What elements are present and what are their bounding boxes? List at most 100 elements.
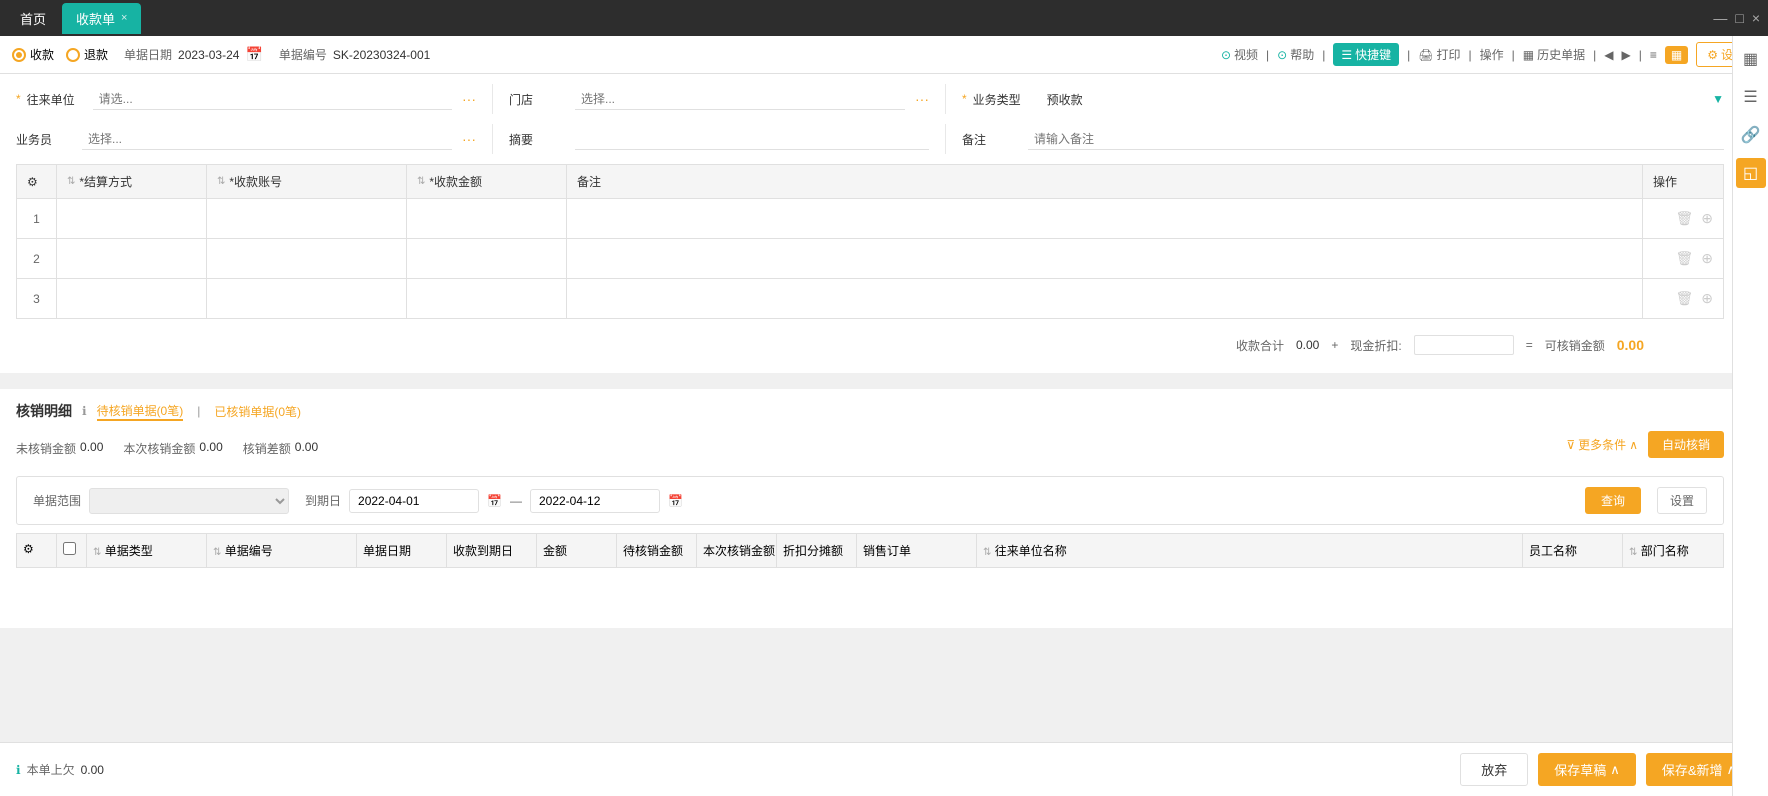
range-label: 单据范围	[33, 492, 81, 509]
row1-settlement[interactable]	[57, 199, 207, 238]
row3-settlement[interactable]	[57, 279, 207, 318]
radio-refund-dot	[66, 48, 80, 62]
row1-amount[interactable]	[407, 199, 567, 238]
cal-from-icon[interactable]: 📅	[487, 494, 502, 508]
number-value: SK-20230324-001	[333, 48, 430, 62]
row2-amount[interactable]	[407, 239, 567, 278]
row2-delete-icon[interactable]: 🗑	[1675, 250, 1693, 267]
shop-more-icon[interactable]: ···	[915, 91, 929, 107]
bth-due-date: 收款到期日	[447, 534, 537, 567]
more-conditions-link[interactable]: ⊽ 更多条件 ∧	[1566, 436, 1638, 453]
sort-account[interactable]: ⇅	[217, 176, 225, 187]
tab-active[interactable]: 收款单 ×	[62, 3, 141, 34]
window-maximize[interactable]: □	[1735, 10, 1743, 26]
settings-small-button[interactable]: 设置	[1657, 487, 1707, 514]
verify-info-icon[interactable]: ℹ	[82, 404, 87, 418]
row1-delete-icon[interactable]: 🗑	[1675, 210, 1693, 227]
remark-label: 备注	[962, 131, 1022, 148]
sort-doc-type[interactable]: ⇅	[93, 547, 101, 558]
bth-gear[interactable]: ⚙	[17, 534, 57, 567]
cal-to-icon[interactable]: 📅	[668, 494, 683, 508]
query-button[interactable]: 查询	[1585, 487, 1641, 514]
video-link[interactable]: ⊙ 视频	[1221, 46, 1258, 63]
history-icon: ▦	[1523, 48, 1534, 62]
row2-settlement[interactable]	[57, 239, 207, 278]
help-link[interactable]: ⊙ 帮助	[1277, 46, 1314, 63]
bottom-bar: ℹ 本单上欠 0.00 放弃 保存草稿 ∧ 保存&新增 ∧	[0, 742, 1768, 796]
shop-field: 门店 ···	[509, 89, 929, 110]
partner-input[interactable]	[93, 89, 452, 110]
row2-account[interactable]	[207, 239, 407, 278]
save-draft-button[interactable]: 保存草稿 ∧	[1538, 753, 1636, 786]
window-minimize[interactable]: —	[1713, 10, 1727, 26]
row3-delete-icon[interactable]: 🗑	[1675, 290, 1693, 307]
partner-field: * 往来单位 ···	[16, 89, 476, 110]
history-link[interactable]: ▦ 历史单据	[1523, 46, 1585, 63]
row3-copy-icon[interactable]: ⊕	[1701, 290, 1713, 307]
sort-amount[interactable]: ⇅	[417, 176, 425, 187]
section-divider	[0, 381, 1768, 389]
date-from-input[interactable]	[349, 489, 479, 513]
sort-partner[interactable]: ⇅	[983, 547, 991, 558]
right-sidebar: ▦ ☰ 🔗 ◱	[1732, 36, 1768, 796]
shop-input[interactable]	[575, 89, 905, 110]
equals-sign: =	[1526, 338, 1533, 352]
select-all-checkbox[interactable]	[63, 542, 76, 555]
summary-input[interactable]	[575, 129, 929, 150]
sort-dept[interactable]: ⇅	[1629, 547, 1637, 558]
row1-account[interactable]	[207, 199, 407, 238]
row1-copy-icon[interactable]: ⊕	[1701, 210, 1713, 227]
window-close[interactable]: ×	[1752, 10, 1760, 26]
row3-remark[interactable]	[567, 279, 1643, 318]
remark-input[interactable]	[1028, 129, 1724, 150]
row3-num: 3	[17, 279, 57, 318]
calendar-icon[interactable]: 📅	[245, 46, 262, 63]
bth-checkbox[interactable]	[57, 534, 87, 567]
card-view[interactable]: ▦	[1665, 46, 1688, 64]
staff-more-icon[interactable]: ···	[462, 131, 476, 147]
date-to-input[interactable]	[530, 489, 660, 513]
sort-settlement[interactable]: ⇅	[67, 176, 75, 187]
bth-doc-type: ⇅ 单据类型	[87, 534, 207, 567]
form-row-1: * 往来单位 ··· 门店 ··· * 业务类型 预收款 ▼	[16, 84, 1724, 114]
partner-more-icon[interactable]: ···	[462, 91, 476, 107]
row1-remark[interactable]	[567, 199, 1643, 238]
staff-input[interactable]	[82, 129, 452, 150]
current-label: 本次核销金额	[123, 440, 195, 457]
print-link[interactable]: 🖨 打印	[1418, 46, 1460, 63]
toolbar: 收款 退款 单据日期 2023-03-24 📅 单据编号 SK-20230324…	[0, 36, 1768, 74]
list-view[interactable]: ≡	[1650, 48, 1657, 62]
abandon-button[interactable]: 放弃	[1460, 753, 1528, 786]
tab-close-icon[interactable]: ×	[121, 12, 127, 24]
row2-actions: 🗑 ⊕	[1643, 239, 1723, 278]
dropdown-icon[interactable]: ▼	[1712, 92, 1724, 106]
discount-input[interactable]	[1414, 335, 1514, 355]
bottom-info: ℹ 本单上欠 0.00	[16, 761, 104, 778]
sidebar-expand-icon[interactable]: ◱	[1736, 158, 1766, 188]
sidebar-table-icon[interactable]: ▦	[1736, 44, 1766, 74]
row2-remark[interactable]	[567, 239, 1643, 278]
tab-pending[interactable]: 待核销单据(0笔)	[97, 402, 184, 421]
th-op-label: 操作	[1653, 173, 1677, 190]
shortcut-button[interactable]: ☰ 快捷键	[1333, 43, 1399, 66]
nav-left[interactable]: ◀	[1604, 48, 1613, 62]
th-gear[interactable]: ⚙	[17, 165, 57, 198]
auto-verify-button[interactable]: 自动核销	[1648, 431, 1724, 458]
radio-refund-label: 退款	[84, 46, 108, 63]
operation-link[interactable]: 操作	[1480, 46, 1504, 63]
nav-right[interactable]: ▶	[1622, 48, 1631, 62]
sidebar-list-icon[interactable]: ☰	[1736, 82, 1766, 112]
row3-account[interactable]	[207, 279, 407, 318]
radio-receipt[interactable]: 收款	[12, 46, 54, 63]
row3-amount[interactable]	[407, 279, 567, 318]
sort-doc-num[interactable]: ⇅	[213, 547, 221, 558]
tab-home[interactable]: 首页	[8, 3, 58, 34]
radio-refund[interactable]: 退款	[66, 46, 108, 63]
tab-done[interactable]: 已核销单据(0笔)	[214, 403, 301, 420]
business-type-value: 预收款	[1047, 91, 1702, 108]
form-row-2: 业务员 ··· 摘要 备注	[16, 124, 1724, 154]
sidebar-link-icon[interactable]: 🔗	[1736, 120, 1766, 150]
range-select[interactable]	[89, 488, 289, 514]
save-draft-label: 保存草稿	[1554, 760, 1606, 779]
row2-copy-icon[interactable]: ⊕	[1701, 250, 1713, 267]
